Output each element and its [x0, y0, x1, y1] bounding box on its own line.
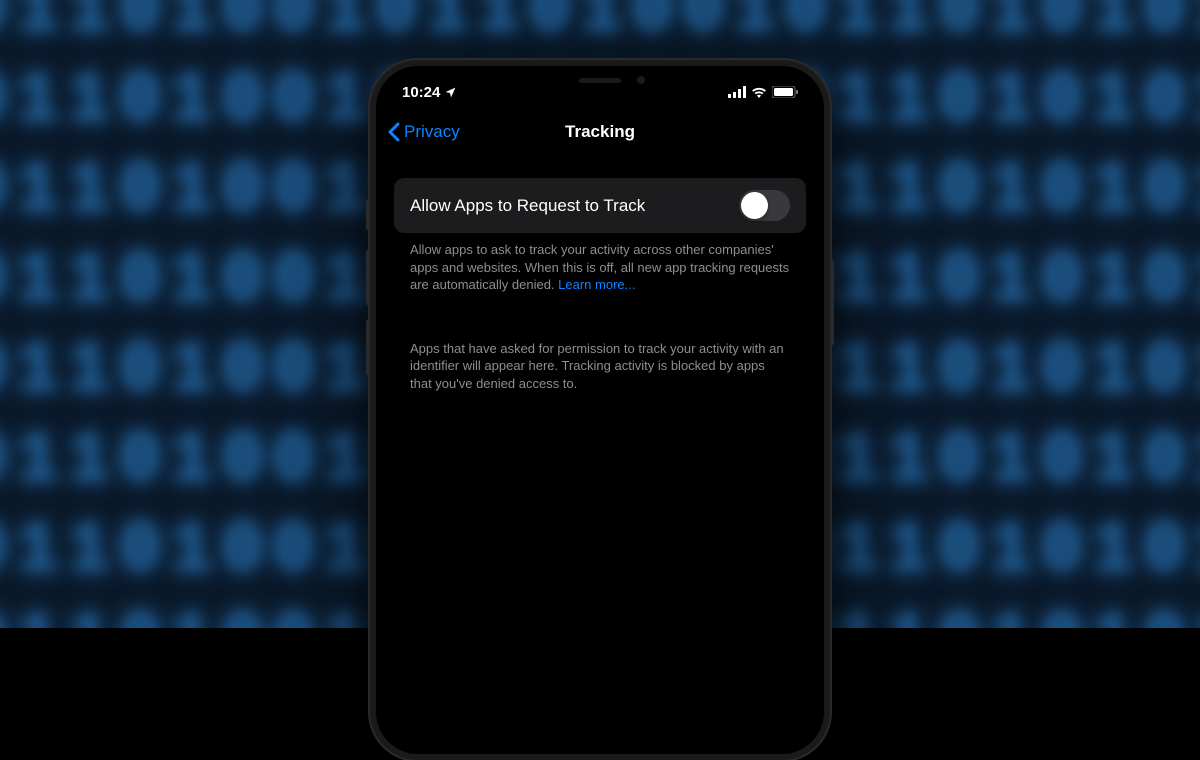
notch-speaker	[579, 78, 621, 83]
tracking-apps-text: Apps that have asked for permission to t…	[410, 341, 784, 391]
volume-down-button	[366, 320, 370, 375]
tracking-apps-description: Apps that have asked for permission to t…	[394, 332, 806, 393]
battery-icon	[772, 86, 798, 98]
status-time: 10:24	[402, 84, 440, 101]
phone-frame: 10:24	[370, 60, 830, 760]
status-left: 10:24	[402, 84, 457, 101]
toggle-knob	[741, 192, 768, 219]
location-icon	[444, 86, 457, 99]
tracking-description: Allow apps to ask to track your activity…	[394, 233, 806, 294]
allow-tracking-label: Allow Apps to Request to Track	[410, 196, 645, 216]
binary-row: 010101101001011010010110101011010	[0, 0, 1200, 52]
back-label: Privacy	[404, 122, 460, 142]
phone-screen: 10:24	[376, 66, 824, 754]
notch	[515, 66, 685, 94]
back-button[interactable]: Privacy	[388, 122, 460, 142]
allow-tracking-row: Allow Apps to Request to Track	[394, 178, 806, 233]
wifi-icon	[751, 86, 767, 98]
chevron-left-icon	[388, 122, 400, 142]
navigation-bar: Privacy Tracking	[376, 110, 824, 154]
settings-content: Allow Apps to Request to Track Allow app…	[376, 154, 824, 392]
allow-tracking-toggle[interactable]	[739, 190, 790, 221]
notch-camera	[637, 76, 645, 84]
status-right	[728, 86, 798, 98]
page-title: Tracking	[565, 122, 635, 142]
silent-switch	[366, 200, 370, 230]
learn-more-link[interactable]: Learn more...	[558, 277, 635, 292]
volume-up-button	[366, 250, 370, 305]
cellular-icon	[728, 86, 746, 98]
power-button	[830, 260, 834, 345]
